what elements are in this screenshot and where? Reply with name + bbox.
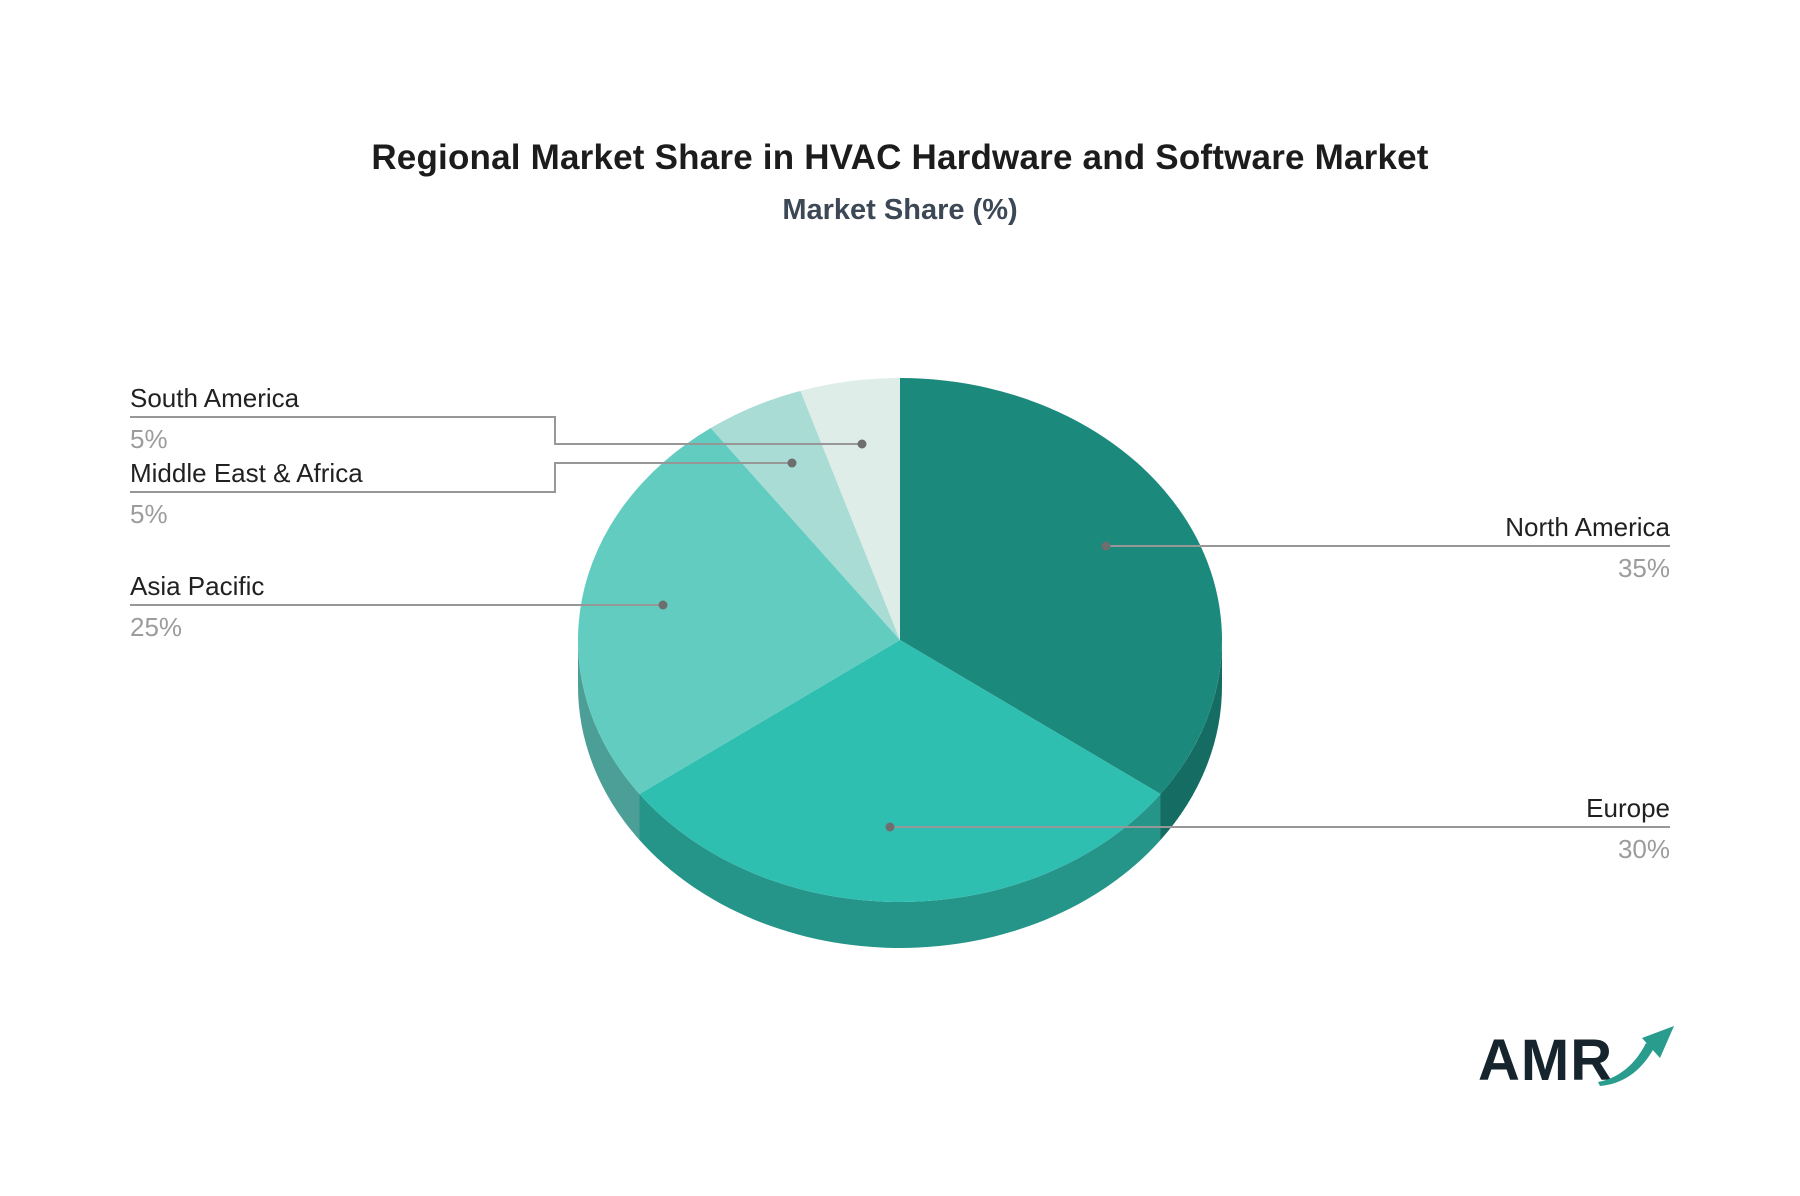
value-europe: 30% bbox=[1617, 834, 1670, 864]
leader-dot-asia-pacific bbox=[658, 600, 668, 610]
leader-dot-europe bbox=[885, 822, 895, 832]
growth-arrow-icon bbox=[1598, 1026, 1674, 1086]
label-asia-pacific: Asia Pacific bbox=[130, 571, 265, 601]
value-asia-pacific: 25% bbox=[130, 612, 183, 642]
leader-dot-middle-east-africa bbox=[787, 458, 797, 468]
pie-chart-svg bbox=[130, 378, 1670, 948]
value-north-america: 35% bbox=[1617, 553, 1670, 583]
amr-logo: AMR bbox=[1478, 1026, 1674, 1102]
value-middle-east-africa: 5% bbox=[130, 499, 168, 529]
label-south-america: South America bbox=[130, 383, 300, 413]
label-north-america: North America bbox=[1505, 512, 1670, 542]
label-europe: Europe bbox=[1586, 793, 1670, 823]
chart-canvas: Regional Market Share in HVAC Hardware a… bbox=[0, 0, 1800, 1196]
label-middle-east-africa: Middle East & Africa bbox=[130, 458, 363, 488]
leader-dot-north-america bbox=[1101, 541, 1111, 551]
amr-logo-text: AMR bbox=[1478, 1028, 1614, 1093]
value-south-america: 5% bbox=[130, 424, 168, 454]
leader-dot-south-america bbox=[857, 439, 867, 449]
